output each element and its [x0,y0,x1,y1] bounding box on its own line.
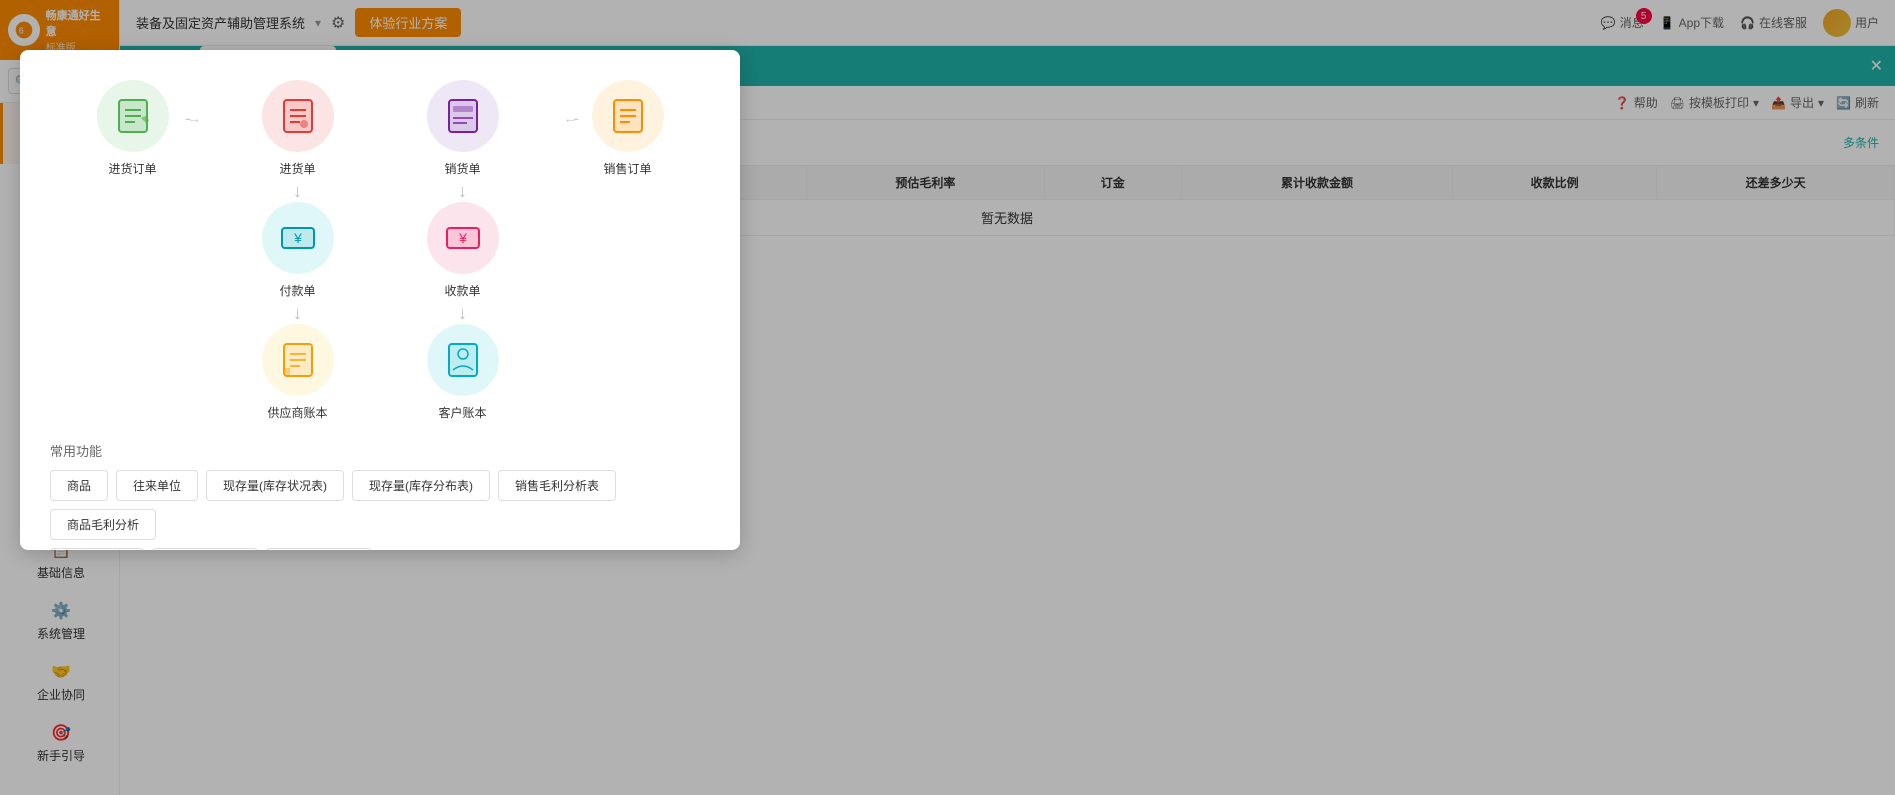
func-buttons-row1: 商品 往来单位 现存量(库存状况表) 现存量(库存分布表) 销售毛利分析表 商品… [120,470,710,540]
purchase-order-circle[interactable] [120,80,169,152]
func-btn-goods-profit[interactable]: 商品毛利分析 [120,509,156,540]
modal-content: 进货订单 - - - - → 进货单 ↓ [120,50,740,550]
payment-bill-circle[interactable]: ¥ [262,202,334,274]
customer-ledger-circle[interactable] [427,324,499,396]
func-btn-stock-dist[interactable]: 现存量(库存分布表) [352,470,490,501]
arrow-purchase-to-bill: - - - - → [185,110,197,126]
func-buttons-row2: 销售排行榜 收款情况统计 付款情况统计 [120,548,710,550]
flow-cell-supplier-ledger: 供应商账本 [215,324,380,421]
flow-cell-purchase-bill: - - - - → 进货单 ↓ [215,80,380,202]
sales-bill-circle[interactable] [427,80,499,152]
modal-overlay[interactable]: 进货订单 - - - - → 进货单 ↓ [120,0,1895,795]
payment-bill-label: 付款单 [279,282,315,299]
func-btn-payment-stats[interactable]: 付款情况统计 [266,548,372,550]
supplier-ledger-circle[interactable] [262,324,334,396]
arrow-receipt-down: ↓ [458,303,467,324]
func-btn-stock-status[interactable]: 现存量(库存状况表) [206,470,344,501]
purchase-bill-circle[interactable] [262,80,334,152]
common-functions: 常用功能 商品 往来单位 现存量(库存状况表) 现存量(库存分布表) 销售毛利分… [120,441,710,550]
flow-cell-receipt-bill: ¥ 收款单 ↓ [380,202,545,324]
receipt-bill-label: 收款单 [444,282,480,299]
sales-order-label: 销售订单 [603,160,651,177]
main-area: 装备及固定资产辅助管理系统 ▾ ⚙ 体验行业方案 💬 消息 5 📱 App下载 … [120,0,1895,795]
arrow-purchase-bill-down: ↓ [293,181,302,202]
receipt-bill-circle[interactable]: ¥ [427,202,499,274]
arrow-sales-order-to-bill: ← - - - [563,110,575,126]
flow-diagram: 进货订单 - - - - → 进货单 ↓ [120,80,710,421]
func-btn-sales-profit-analysis[interactable]: 销售毛利分析表 [498,470,616,501]
flow-cell-customer-ledger: 客户账本 [380,324,545,421]
customer-ledger-label: 客户账本 [438,404,486,421]
purchase-bill-label: 进货单 [279,160,315,177]
flow-cell-sales-bill: ← - - - 销货单 ↓ [380,80,545,202]
sales-order-circle[interactable] [592,80,664,152]
supplier-ledger-label: 供应商账本 [267,404,327,421]
func-btn-counterparty[interactable]: 往来单位 [120,470,198,501]
arrow-sales-bill-down: ↓ [458,181,467,202]
flow-cell-payment-bill: ¥ 付款单 ↓ [215,202,380,324]
sales-bill-label: 销货单 [444,160,480,177]
flow-modal: 进货订单 - - - - → 进货单 ↓ [120,50,740,550]
svg-text:¥: ¥ [458,230,467,246]
common-funcs-title: 常用功能 [120,441,710,460]
arrow-payment-down: ↓ [293,303,302,324]
func-btn-receipt-stats[interactable]: 收款情况统计 [152,548,258,550]
purchase-order-label: 进货订单 [120,160,157,177]
svg-text:¥: ¥ [293,230,302,246]
flow-cell-sales-order: 销售订单 [545,80,710,202]
flow-cell-purchase-order: 进货订单 [120,80,215,202]
func-btn-sales-rank[interactable]: 销售排行榜 [120,548,144,550]
